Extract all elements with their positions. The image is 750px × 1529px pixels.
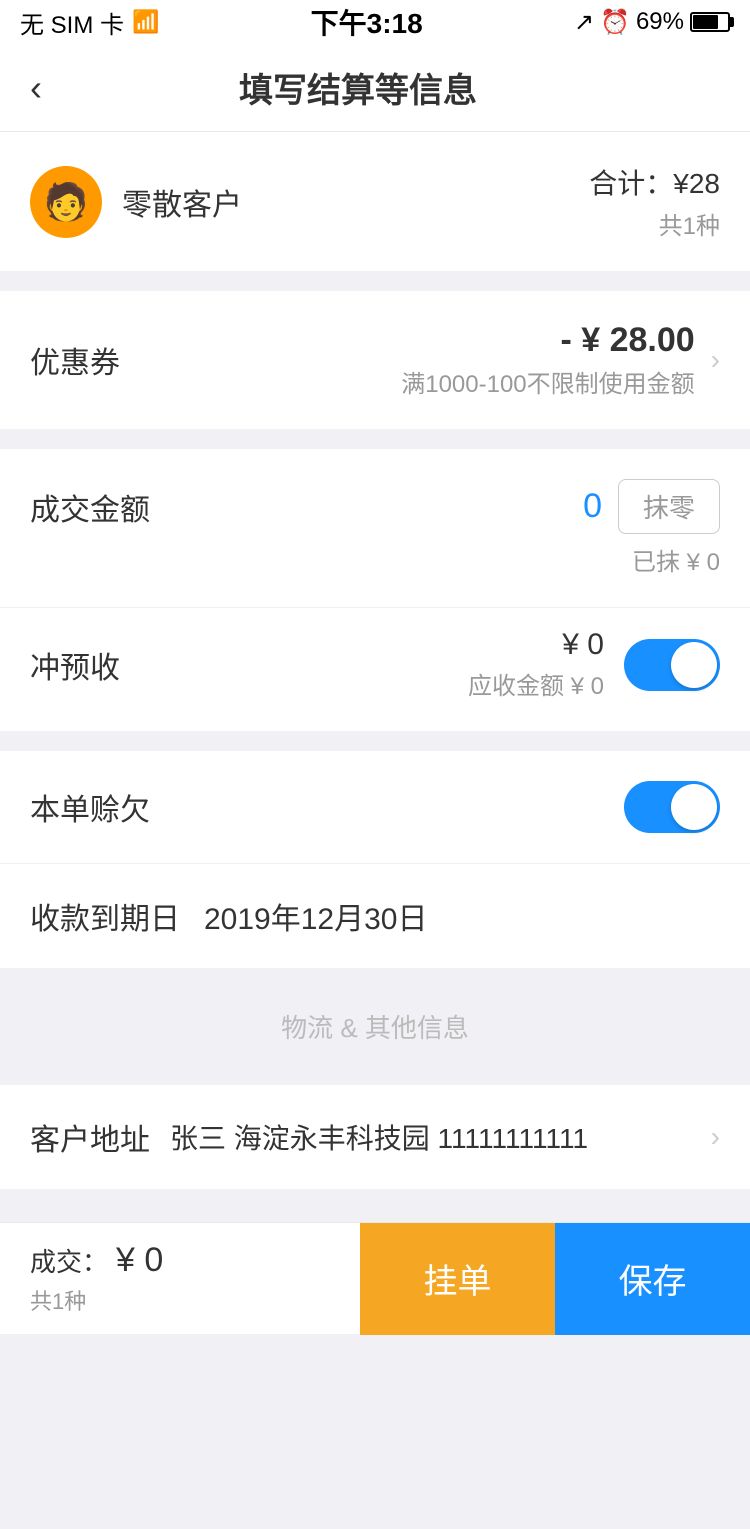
due-date-label: 收款到期日 [30, 894, 180, 938]
address-section[interactable]: 客户地址 张三 海淀永丰科技园 11111111111 › [0, 1085, 750, 1189]
divider-5 [0, 1065, 750, 1085]
coupon-chevron-right-icon: › [711, 344, 720, 376]
divider-1 [0, 271, 750, 291]
address-chevron-right-icon: › [711, 1121, 720, 1153]
due-date-value: 2019年12月30日 [204, 894, 427, 938]
due-date-section: 收款到期日 2019年12月30日 [0, 863, 750, 968]
nav-bar: ‹ 填写结算等信息 [0, 44, 750, 132]
footer-deal-row: 成交： ¥ 0 [30, 1241, 330, 1280]
coupon-desc: 满1000-100不限制使用金额 [401, 364, 694, 399]
coupon-value-right: - ¥ 28.00 满1000-100不限制使用金额 › [401, 321, 720, 399]
back-button[interactable]: ‹ [20, 57, 52, 119]
credit-label: 本单赊欠 [30, 785, 150, 829]
coupon-label: 优惠券 [30, 338, 120, 382]
divider-4 [0, 968, 750, 988]
prepay-toggle-knob [671, 642, 717, 688]
credit-toggle-knob [671, 784, 717, 830]
coupon-section: 优惠券 - ¥ 28.00 满1000-100不限制使用金额 › [0, 291, 750, 429]
divider-2 [0, 429, 750, 449]
logistics-divider: 物流 & 其他信息 [0, 988, 750, 1065]
prepay-receivable: 应收金额 ¥ 0 [468, 666, 604, 701]
customer-item-count: 共1种 [589, 206, 720, 241]
divider-6 [0, 1189, 750, 1209]
address-label: 客户地址 [30, 1115, 150, 1159]
credit-section: 本单赊欠 [0, 751, 750, 863]
prepay-row: 冲预收 ¥ 0 应收金额 ¥ 0 [30, 628, 720, 701]
customer-totals: 合计：¥28 共1种 [589, 162, 720, 241]
customer-total-amount: 合计：¥28 [589, 162, 720, 202]
deal-amount-label: 成交金额 [30, 485, 150, 529]
footer-deal-amount: ¥ 0 [116, 1241, 163, 1280]
avatar-icon: 🧑 [44, 181, 89, 223]
address-value: 张三 海淀永丰科技园 11111111111 [170, 1117, 711, 1157]
customer-section: 🧑 零散客户 合计：¥28 共1种 [0, 132, 750, 271]
prepay-amount: ¥ 0 [468, 628, 604, 662]
location-icon: ↗ [574, 8, 594, 37]
prepay-value-block: ¥ 0 应收金额 ¥ 0 [468, 628, 604, 701]
status-left: 无 SIM 卡 📶 [20, 5, 159, 40]
status-time: 下午3:18 [311, 2, 423, 42]
battery-icon [690, 12, 730, 32]
save-button-label: 保存 [619, 1254, 687, 1303]
footer-item-count: 共1种 [30, 1284, 330, 1316]
deal-amount-right: 0 抹零 [562, 479, 720, 534]
prepay-right: ¥ 0 应收金额 ¥ 0 [468, 628, 720, 701]
save-button[interactable]: 保存 [555, 1223, 750, 1335]
coupon-amount: - ¥ 28.00 [401, 321, 694, 360]
credit-toggle[interactable] [624, 781, 720, 833]
coupon-value-block: - ¥ 28.00 满1000-100不限制使用金额 [401, 321, 694, 399]
status-bar: 无 SIM 卡 📶 下午3:18 ↗ ⏰ 69% [0, 0, 750, 44]
no-sim-text: 无 SIM 卡 [20, 5, 124, 40]
footer-deal-label: 成交： [30, 1242, 108, 1279]
due-date-row[interactable]: 收款到期日 2019年12月30日 [30, 894, 720, 938]
customer-info: 🧑 零散客户 [30, 166, 242, 238]
page-title: 填写结算等信息 [52, 63, 664, 112]
avatar: 🧑 [30, 166, 102, 238]
pending-button-label: 挂单 [424, 1254, 492, 1303]
pending-button[interactable]: 挂单 [360, 1223, 555, 1335]
round-zero-button[interactable]: 抹零 [618, 479, 720, 534]
prepay-section: 冲预收 ¥ 0 应收金额 ¥ 0 [0, 607, 750, 731]
divider-3 [0, 731, 750, 751]
already-zeroed-text: 已抹 ¥ 0 [30, 542, 720, 597]
customer-name: 零散客户 [122, 180, 242, 224]
logistics-title: 物流 & 其他信息 [281, 1013, 469, 1043]
footer: 成交： ¥ 0 共1种 挂单 保存 [0, 1222, 750, 1334]
deal-amount-row: 成交金额 0 抹零 [30, 479, 720, 534]
prepay-label: 冲预收 [30, 643, 120, 687]
footer-summary: 成交： ¥ 0 共1种 [0, 1241, 360, 1316]
wifi-icon: 📶 [132, 9, 159, 35]
battery-percent: 69% [636, 8, 684, 36]
prepay-toggle[interactable] [624, 639, 720, 691]
deal-amount-section: 成交金额 0 抹零 已抹 ¥ 0 [0, 449, 750, 607]
alarm-icon: ⏰ [600, 8, 630, 37]
status-right: ↗ ⏰ 69% [574, 8, 730, 37]
coupon-row[interactable]: 优惠券 - ¥ 28.00 满1000-100不限制使用金额 › [0, 291, 750, 429]
deal-amount-input[interactable]: 0 [562, 487, 602, 526]
